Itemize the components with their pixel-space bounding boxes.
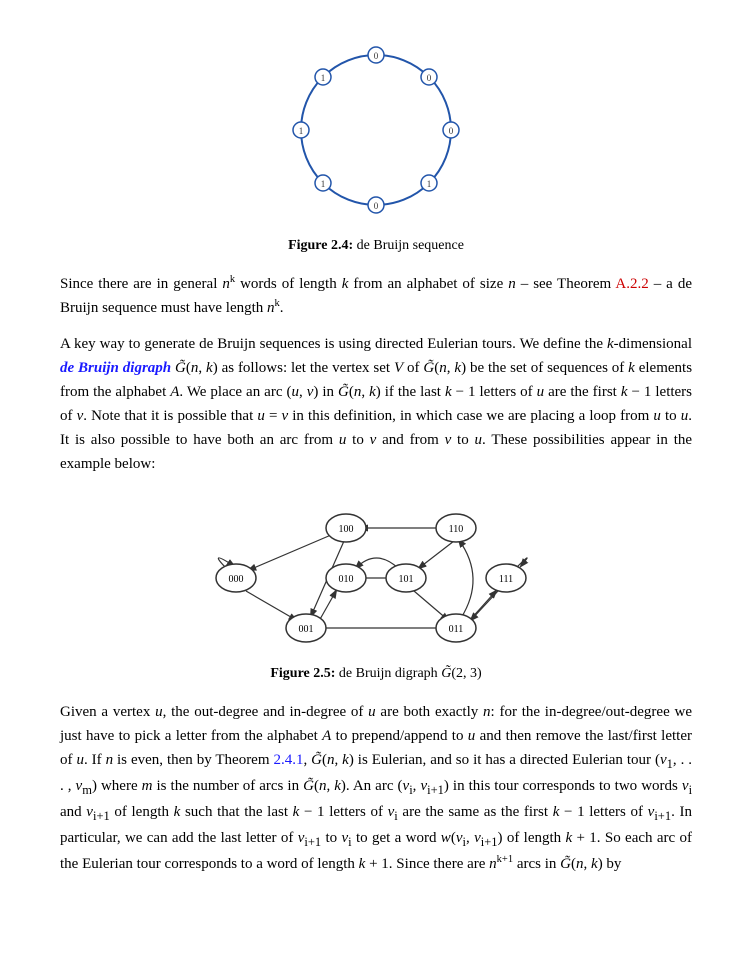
digraph-diagram: 000 001 010 011 100 101 110	[176, 488, 576, 658]
ref-241[interactable]: 2.4.1	[273, 752, 303, 768]
figure-25-label: Figure 2.5:	[270, 666, 335, 681]
svg-text:1: 1	[299, 126, 304, 136]
figure-25: 000 001 010 011 100 101 110	[60, 488, 692, 682]
svg-text:0: 0	[374, 51, 379, 61]
figure-25-text: de Bruijn digraph G̃(2, 3)	[335, 666, 481, 681]
svg-text:001: 001	[299, 624, 314, 635]
svg-text:000: 000	[229, 574, 244, 585]
figure-24-text: de Bruijn sequence	[353, 238, 464, 253]
figure-24: 0 0 0 1 0 1 1	[60, 30, 692, 254]
circle-diagram: 0 0 0 1 0 1 1	[276, 30, 476, 230]
svg-text:1: 1	[321, 179, 326, 189]
figure-24-caption: Figure 2.4: de Bruijn sequence	[288, 238, 464, 254]
svg-text:101: 101	[399, 574, 414, 585]
svg-text:0: 0	[427, 73, 432, 83]
paragraph-2: A key way to generate de Bruijn sequence…	[60, 332, 692, 476]
svg-text:0: 0	[449, 126, 454, 136]
svg-text:100: 100	[339, 524, 354, 535]
svg-text:1: 1	[321, 73, 326, 83]
svg-text:0: 0	[374, 201, 379, 211]
figure-24-label: Figure 2.4:	[288, 238, 353, 253]
svg-text:111: 111	[499, 574, 513, 585]
svg-text:010: 010	[339, 574, 354, 585]
paragraph-3: Given a vertex u, the out-degree and in-…	[60, 700, 692, 876]
figure-25-caption: Figure 2.5: de Bruijn digraph G̃(2, 3)	[270, 666, 481, 682]
svg-text:011: 011	[449, 624, 464, 635]
paragraph-1: Since there are in general nk words of l…	[60, 272, 692, 320]
svg-text:110: 110	[449, 524, 464, 535]
ref-a22[interactable]: A.2.2	[615, 276, 648, 292]
term-de-bruijn-digraph: de Bruijn digraph	[60, 360, 171, 376]
svg-text:1: 1	[427, 179, 432, 189]
